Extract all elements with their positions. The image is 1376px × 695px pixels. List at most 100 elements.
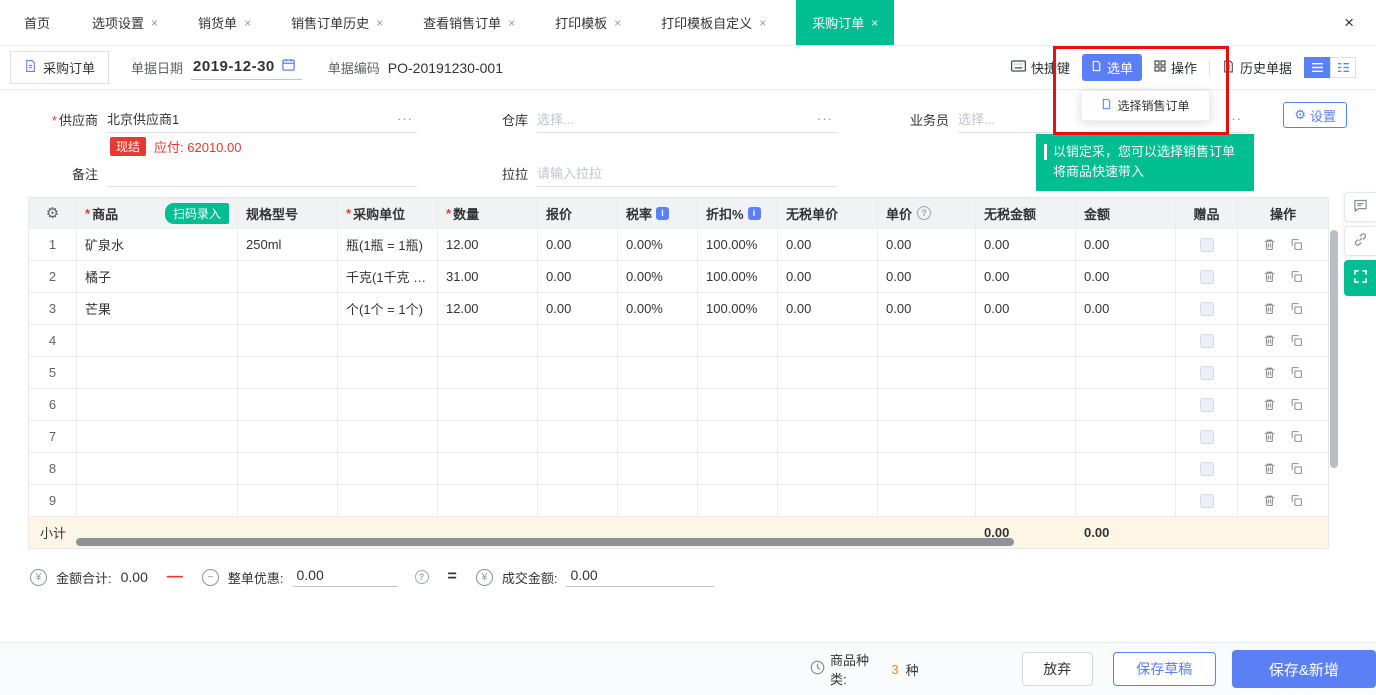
copy-row-icon[interactable]	[1290, 494, 1303, 507]
copy-row-icon[interactable]	[1290, 462, 1303, 475]
fullscreen-button[interactable]	[1344, 260, 1376, 296]
lala-input[interactable]: 请输入拉拉	[537, 159, 838, 187]
cell-quote[interactable]	[538, 453, 618, 484]
gift-checkbox[interactable]	[1199, 301, 1214, 316]
cell-notax-price[interactable]: 0.00	[778, 293, 878, 324]
cell-spec[interactable]	[238, 325, 338, 356]
cell-unit[interactable]	[338, 453, 438, 484]
close-tab-icon[interactable]: ×	[759, 16, 766, 30]
delete-row-icon[interactable]	[1263, 430, 1276, 443]
tab-print-template-custom[interactable]: 打印模板自定义 ×	[651, 0, 776, 45]
cell-unit[interactable]	[338, 421, 438, 452]
tax-info-icon[interactable]: i	[656, 206, 670, 220]
cell-price[interactable]: 0.00	[878, 261, 976, 292]
copy-row-icon[interactable]	[1290, 366, 1303, 379]
cell-discount[interactable]	[698, 389, 778, 420]
gift-checkbox[interactable]	[1199, 333, 1214, 348]
cell-discount[interactable]	[698, 325, 778, 356]
warehouse-picker-icon[interactable]: ···	[817, 111, 837, 126]
cell-product[interactable]	[77, 453, 238, 484]
cell-discount[interactable]	[698, 357, 778, 388]
shortcuts-button[interactable]: 快捷键	[1010, 58, 1070, 77]
close-tab-icon[interactable]: ×	[376, 16, 383, 30]
cell-qty[interactable]	[438, 421, 538, 452]
close-tab-icon[interactable]: ×	[151, 16, 158, 30]
supplier-picker-icon[interactable]: ···	[397, 111, 417, 126]
gift-checkbox[interactable]	[1199, 429, 1214, 444]
delete-row-icon[interactable]	[1263, 270, 1276, 283]
cell-notax-price[interactable]	[778, 357, 878, 388]
vertical-scrollbar[interactable]	[1330, 230, 1338, 468]
history-documents-button[interactable]: 历史单据	[1222, 58, 1292, 77]
cell-quote[interactable]	[538, 421, 618, 452]
remark-input[interactable]	[107, 159, 417, 187]
delete-row-icon[interactable]	[1263, 366, 1276, 379]
cell-price[interactable]	[878, 485, 976, 516]
cell-spec[interactable]: 250ml	[238, 229, 338, 260]
cell-notax-price[interactable]	[778, 485, 878, 516]
cell-qty[interactable]: 31.00	[438, 261, 538, 292]
cell-spec[interactable]	[238, 357, 338, 388]
delete-row-icon[interactable]	[1263, 238, 1276, 251]
cell-qty[interactable]	[438, 453, 538, 484]
delete-row-icon[interactable]	[1263, 494, 1276, 507]
cell-quote[interactable]	[538, 325, 618, 356]
tab-purchase-order-active[interactable]: 采购订单 ×	[796, 0, 895, 45]
cell-notax-price[interactable]	[778, 389, 878, 420]
gift-checkbox[interactable]	[1199, 493, 1214, 508]
cell-discount[interactable]	[698, 453, 778, 484]
copy-row-icon[interactable]	[1290, 334, 1303, 347]
tab-view-sales-order[interactable]: 查看销售订单 ×	[413, 0, 525, 45]
abandon-button[interactable]: 放弃	[1021, 652, 1093, 686]
discount-help-icon[interactable]: ?	[414, 570, 429, 584]
cell-price[interactable]	[878, 389, 976, 420]
cell-quote[interactable]: 0.00	[538, 229, 618, 260]
date-input[interactable]: 2019-12-30	[191, 55, 302, 80]
salesman-picker-icon[interactable]: ···	[1226, 111, 1246, 126]
cell-spec[interactable]	[238, 453, 338, 484]
cell-notax-price[interactable]	[778, 325, 878, 356]
gift-checkbox[interactable]	[1199, 397, 1214, 412]
price-help-icon[interactable]: ?	[917, 206, 932, 220]
horizontal-scrollbar[interactable]	[76, 538, 1014, 546]
cell-price[interactable]	[878, 357, 976, 388]
discount-input[interactable]: 0.00	[292, 567, 398, 587]
settings-button[interactable]: ⚙ 设置	[1283, 102, 1347, 128]
gift-checkbox[interactable]	[1199, 461, 1214, 476]
cell-discount[interactable]: 100.00%	[698, 261, 778, 292]
cell-tax[interactable]: 0.00%	[618, 293, 698, 324]
close-tab-icon[interactable]: ×	[508, 16, 515, 30]
list-view-toggle[interactable]	[1304, 57, 1330, 78]
cell-spec[interactable]	[238, 389, 338, 420]
cell-quote[interactable]	[538, 389, 618, 420]
tab-sales-slip[interactable]: 销货单 ×	[188, 0, 261, 45]
copy-row-icon[interactable]	[1290, 398, 1303, 411]
tab-options[interactable]: 选项设置 ×	[82, 0, 168, 45]
cell-tax[interactable]	[618, 389, 698, 420]
cell-product[interactable]	[77, 421, 238, 452]
cell-quote[interactable]	[538, 357, 618, 388]
cell-notax-price[interactable]	[778, 453, 878, 484]
cell-spec[interactable]	[238, 421, 338, 452]
cell-discount[interactable]	[698, 485, 778, 516]
cell-price[interactable]: 0.00	[878, 229, 976, 260]
cell-tax[interactable]	[618, 453, 698, 484]
cell-tax[interactable]: 0.00%	[618, 261, 698, 292]
cell-discount[interactable]: 100.00%	[698, 229, 778, 260]
cell-tax[interactable]	[618, 485, 698, 516]
copy-row-icon[interactable]	[1290, 270, 1303, 283]
cell-price[interactable]: 0.00	[878, 293, 976, 324]
save-and-new-button[interactable]: 保存&新增	[1231, 650, 1376, 688]
copy-row-icon[interactable]	[1290, 430, 1303, 443]
close-tab-icon[interactable]: ×	[244, 16, 251, 30]
warehouse-select[interactable]: 选择... ···	[537, 105, 838, 133]
tab-home[interactable]: 首页	[18, 0, 56, 45]
cell-spec[interactable]	[238, 485, 338, 516]
cell-product[interactable]: 橘子	[77, 261, 238, 292]
cell-discount[interactable]: 100.00%	[698, 293, 778, 324]
cell-unit[interactable]: 个(1个 = 1个)	[338, 293, 438, 324]
cell-qty[interactable]	[438, 389, 538, 420]
cell-quote[interactable]	[538, 485, 618, 516]
discount-info-icon[interactable]: i	[747, 206, 761, 220]
cell-tax[interactable]	[618, 325, 698, 356]
